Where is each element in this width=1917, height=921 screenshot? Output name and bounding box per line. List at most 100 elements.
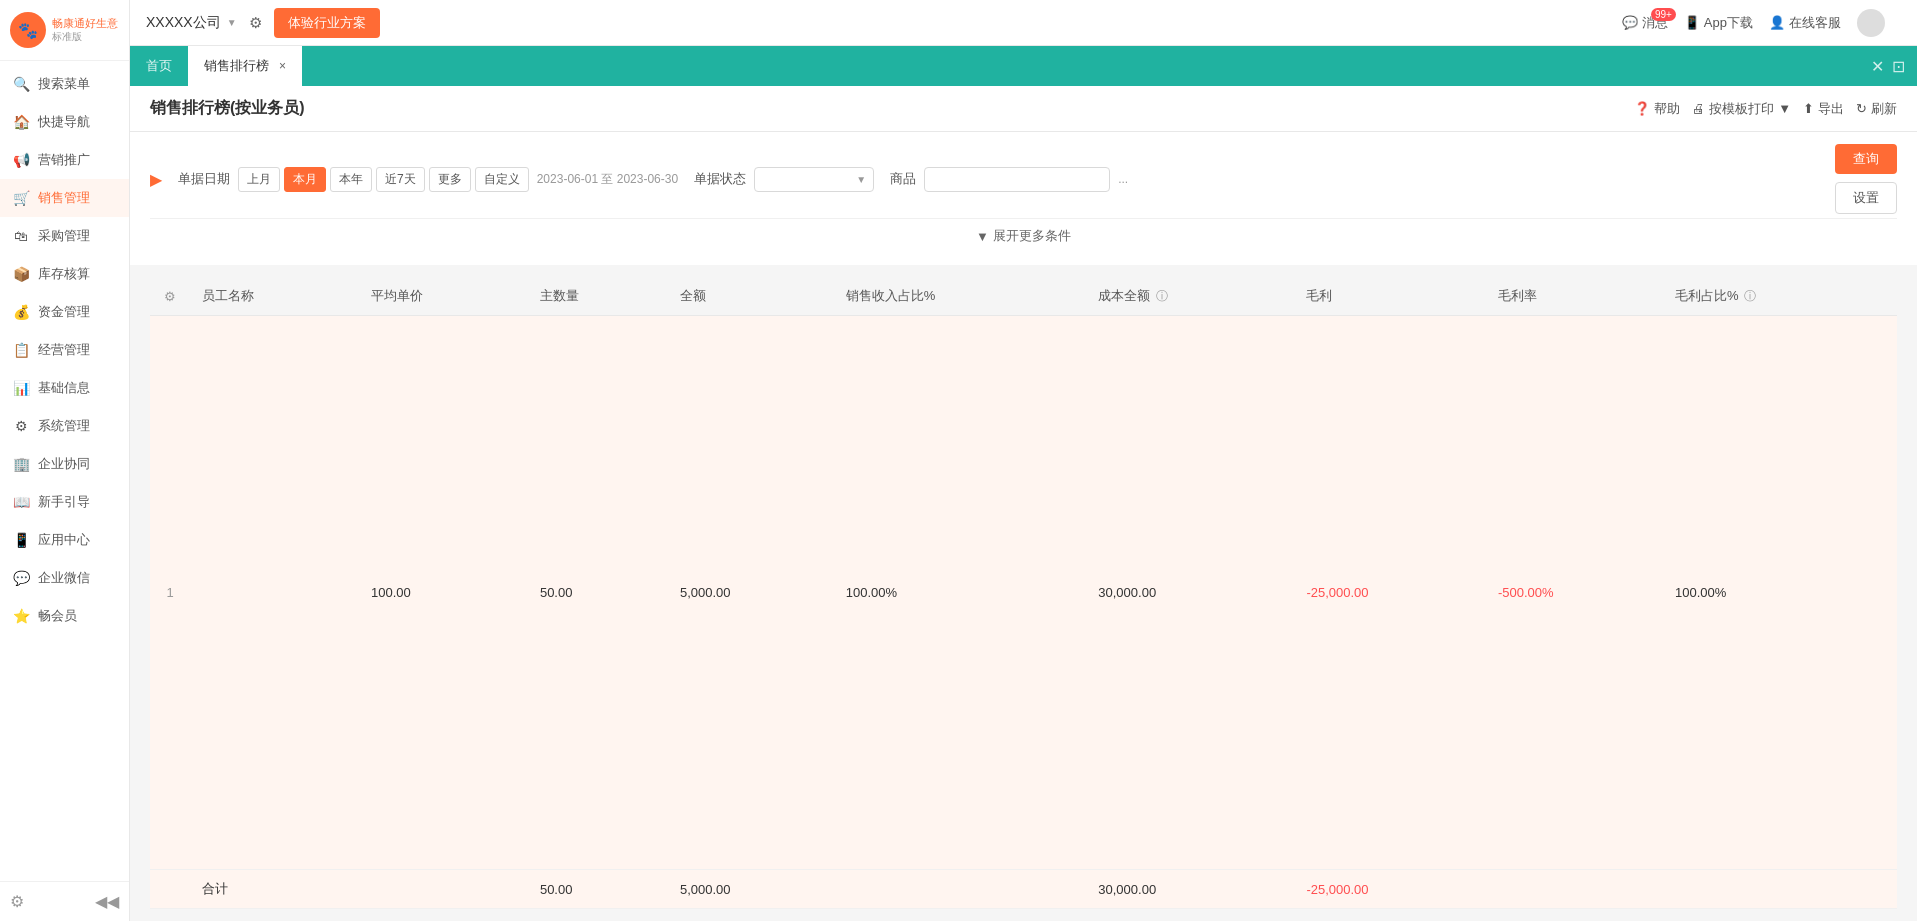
print-dropdown-icon: ▼ bbox=[1778, 101, 1791, 116]
date-prev-month-btn[interactable]: 上月 bbox=[238, 167, 280, 192]
sidebar-item-system[interactable]: ⚙ 系统管理 bbox=[0, 407, 129, 445]
status-select[interactable] bbox=[754, 167, 874, 192]
topbar-right: 💬 消息 99+ 📱 App下载 👤 在线客服 bbox=[1622, 9, 1901, 37]
sidebar-item-guide[interactable]: 📖 新手引导 bbox=[0, 483, 129, 521]
date-range-display: 2023-06-01 至 2023-06-30 bbox=[537, 171, 678, 188]
export-button[interactable]: ⬆ 导出 bbox=[1803, 100, 1844, 118]
apps-icon: 📱 bbox=[12, 531, 30, 549]
home-icon: 🏠 bbox=[12, 113, 30, 131]
col-name: 员工名称 bbox=[190, 277, 359, 316]
expand-row: ▼ 展开更多条件 bbox=[150, 218, 1897, 253]
sidebar-item-finance[interactable]: 💰 资金管理 bbox=[0, 293, 129, 331]
date-7days-btn[interactable]: 近7天 bbox=[376, 167, 425, 192]
row-cost: 30,000.00 bbox=[1086, 316, 1294, 870]
tab-home[interactable]: 首页 bbox=[130, 46, 188, 86]
row-amount: 5,000.00 bbox=[668, 316, 834, 870]
sidebar-item-basic[interactable]: 📊 基础信息 bbox=[0, 369, 129, 407]
sidebar-logo: 🐾 畅康通好生意 标准版 bbox=[0, 0, 129, 61]
sidebar-item-sales[interactable]: 🛒 销售管理 bbox=[0, 179, 129, 217]
trial-button[interactable]: 体验行业方案 bbox=[274, 8, 380, 38]
col-amount: 全额 bbox=[668, 277, 834, 316]
message-button[interactable]: 💬 消息 99+ bbox=[1622, 14, 1668, 32]
page-actions: ❓ 帮助 🖨 按模板打印 ▼ ⬆ 导出 ↻ 刷新 bbox=[1634, 100, 1897, 130]
sidebar-item-label: 库存核算 bbox=[38, 265, 90, 283]
avatar[interactable] bbox=[1857, 9, 1885, 37]
tab-close-all-icon[interactable]: ✕ bbox=[1871, 57, 1884, 76]
row-avg-price: 100.00 bbox=[359, 316, 528, 870]
row-rank: 1 bbox=[150, 316, 190, 870]
date-cur-month-btn[interactable]: 本月 bbox=[284, 167, 326, 192]
col-profit-rate: 毛利率 bbox=[1486, 277, 1663, 316]
expand-icon: ▼ bbox=[976, 229, 989, 244]
profit-pct-info-icon[interactable]: ⓘ bbox=[1744, 289, 1756, 303]
sidebar-item-operations[interactable]: 📋 经营管理 bbox=[0, 331, 129, 369]
refresh-button[interactable]: ↻ 刷新 bbox=[1856, 100, 1897, 118]
app-download-button[interactable]: 📱 App下载 bbox=[1684, 14, 1753, 32]
tab-sales-ranking[interactable]: 销售排行榜 × bbox=[188, 46, 302, 86]
data-table: ⚙ 员工名称 平均单价 主数量 全额 销售收入占比% 成本全额 ⓘ 毛利 毛利率 bbox=[150, 277, 1897, 909]
inventory-icon: 📦 bbox=[12, 265, 30, 283]
sidebar-item-label: 系统管理 bbox=[38, 417, 90, 435]
sidebar-item-enterprise[interactable]: 🏢 企业协同 bbox=[0, 445, 129, 483]
date-filter: 单据日期 上月 本月 本年 近7天 更多 自定义 2023-06-01 至 20… bbox=[178, 167, 678, 192]
message-icon: 💬 bbox=[1622, 15, 1638, 30]
col-cost: 成本全额 ⓘ bbox=[1086, 277, 1294, 316]
sidebar-item-label: 销售管理 bbox=[38, 189, 90, 207]
sidebar-item-purchase[interactable]: 🛍 采购管理 bbox=[0, 217, 129, 255]
sidebar-item-search[interactable]: 🔍 搜索菜单 bbox=[0, 65, 129, 103]
sidebar-bottom: ⚙ ◀◀ bbox=[0, 881, 129, 921]
total-avg-price bbox=[359, 870, 528, 909]
goods-filter-label: 商品 bbox=[890, 170, 916, 188]
cost-info-icon[interactable]: ⓘ bbox=[1156, 289, 1168, 303]
tab-home-label: 首页 bbox=[146, 57, 172, 75]
col-profit-pct: 毛利占比% ⓘ bbox=[1663, 277, 1897, 316]
date-custom-btn[interactable]: 自定义 bbox=[475, 167, 529, 192]
sidebar-item-wechat[interactable]: 💬 企业微信 bbox=[0, 559, 129, 597]
sidebar-item-quicknav[interactable]: 🏠 快捷导航 bbox=[0, 103, 129, 141]
row-profit-pct: 100.00% bbox=[1663, 316, 1897, 870]
expand-conditions-button[interactable]: ▼ 展开更多条件 bbox=[976, 227, 1071, 245]
col-profit: 毛利 bbox=[1294, 277, 1486, 316]
sidebar: 🐾 畅康通好生意 标准版 🔍 搜索菜单 🏠 快捷导航 📢 营销推广 🛒 销售管理… bbox=[0, 0, 130, 921]
tabbar-right: ✕ ⊡ bbox=[1859, 46, 1917, 86]
status-filter: 单据状态 ▼ bbox=[694, 167, 874, 192]
query-button[interactable]: 查询 bbox=[1835, 144, 1897, 174]
filter-toggle-icon[interactable]: ▶ bbox=[150, 170, 162, 189]
sidebar-item-apps[interactable]: 📱 应用中心 bbox=[0, 521, 129, 559]
row-profit-rate: -500.00% bbox=[1486, 316, 1663, 870]
filter-row: ▶ 单据日期 上月 本月 本年 近7天 更多 自定义 2023-06-01 至 … bbox=[150, 144, 1897, 214]
sidebar-item-label: 采购管理 bbox=[38, 227, 90, 245]
goods-input[interactable] bbox=[924, 167, 1110, 192]
logo-icon: 🐾 bbox=[10, 12, 46, 48]
app-icon: 📱 bbox=[1684, 15, 1700, 30]
help-button[interactable]: ❓ 帮助 bbox=[1634, 100, 1680, 118]
sidebar-item-label: 企业协同 bbox=[38, 455, 90, 473]
sidebar-item-label: 畅会员 bbox=[38, 607, 77, 625]
tab-sales-label: 销售排行榜 bbox=[204, 57, 269, 75]
total-profit-rate bbox=[1486, 870, 1663, 909]
online-service-button[interactable]: 👤 在线客服 bbox=[1769, 14, 1841, 32]
tab-close-icon[interactable]: × bbox=[279, 59, 286, 73]
sidebar-item-member[interactable]: ⭐ 畅会员 bbox=[0, 597, 129, 635]
goods-more-icon[interactable]: ... bbox=[1118, 172, 1128, 186]
date-filter-label: 单据日期 bbox=[178, 170, 230, 188]
sidebar-item-label: 营销推广 bbox=[38, 151, 90, 169]
company-selector[interactable]: XXXXX公司 ▼ bbox=[146, 14, 237, 32]
sidebar-item-inventory[interactable]: 📦 库存核算 bbox=[0, 255, 129, 293]
topbar: XXXXX公司 ▼ ⚙ 体验行业方案 💬 消息 99+ 📱 App下载 👤 在线… bbox=[130, 0, 1917, 46]
collapse-icon[interactable]: ◀◀ bbox=[95, 892, 119, 911]
print-button[interactable]: 🖨 按模板打印 ▼ bbox=[1692, 100, 1791, 118]
col-quantity: 主数量 bbox=[528, 277, 668, 316]
col-avg-price: 平均单价 bbox=[359, 277, 528, 316]
sidebar-item-marketing[interactable]: 📢 营销推广 bbox=[0, 141, 129, 179]
total-sales-pct bbox=[834, 870, 1086, 909]
sidebar-nav: 🔍 搜索菜单 🏠 快捷导航 📢 营销推广 🛒 销售管理 🛍 采购管理 📦 库存核… bbox=[0, 61, 129, 881]
bottom-settings-icon[interactable]: ⚙ bbox=[10, 892, 24, 911]
tab-restore-icon[interactable]: ⊡ bbox=[1892, 57, 1905, 76]
topbar-gear-icon[interactable]: ⚙ bbox=[249, 14, 262, 32]
date-more-btn[interactable]: 更多 bbox=[429, 167, 471, 192]
total-cost: 30,000.00 bbox=[1086, 870, 1294, 909]
date-year-btn[interactable]: 本年 bbox=[330, 167, 372, 192]
set-button[interactable]: 设置 bbox=[1835, 182, 1897, 214]
col-settings[interactable]: ⚙ bbox=[150, 277, 190, 316]
